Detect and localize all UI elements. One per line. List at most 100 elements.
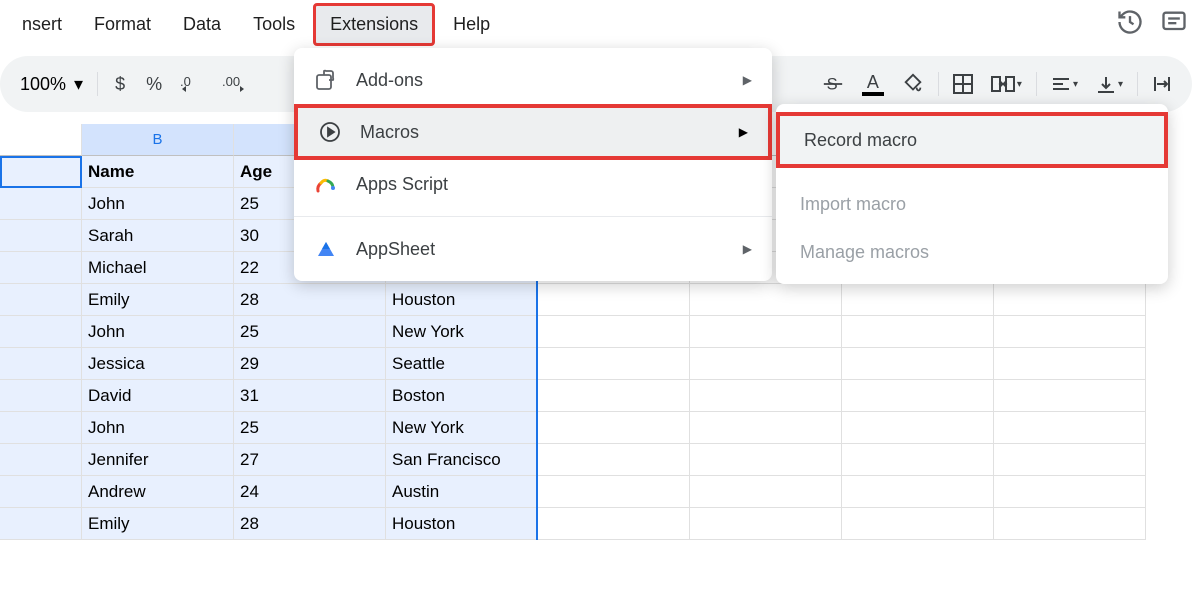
cell[interactable]: New York: [386, 412, 538, 444]
cell[interactable]: 25: [234, 412, 386, 444]
manage-macros-item[interactable]: Manage macros: [776, 228, 1168, 276]
text-wrap-button[interactable]: [1144, 66, 1180, 102]
cell[interactable]: San Francisco: [386, 444, 538, 476]
cell[interactable]: [842, 412, 994, 444]
cell[interactable]: Houston: [386, 284, 538, 316]
import-macro-item[interactable]: Import macro: [776, 180, 1168, 228]
comments-icon[interactable]: [1160, 8, 1188, 36]
cell[interactable]: 28: [234, 508, 386, 540]
cell[interactable]: [0, 412, 82, 444]
borders-button[interactable]: [945, 66, 981, 102]
cell[interactable]: [0, 188, 82, 220]
cell[interactable]: [538, 316, 690, 348]
vertical-align-button[interactable]: ▾: [1088, 66, 1131, 102]
fill-color-button[interactable]: [894, 66, 932, 102]
merge-cells-button[interactable]: ▾: [983, 66, 1030, 102]
cell[interactable]: Name: [82, 156, 234, 188]
cell[interactable]: David: [82, 380, 234, 412]
addons-menu-item[interactable]: Add-ons ▶: [294, 56, 772, 104]
menu-data[interactable]: Data: [169, 6, 235, 43]
cell[interactable]: [994, 444, 1146, 476]
strikethrough-button[interactable]: S: [814, 66, 852, 102]
cell[interactable]: Sarah: [82, 220, 234, 252]
cell[interactable]: 27: [234, 444, 386, 476]
cell[interactable]: [538, 476, 690, 508]
cell[interactable]: [0, 380, 82, 412]
cell[interactable]: 29: [234, 348, 386, 380]
cell[interactable]: [994, 412, 1146, 444]
cell[interactable]: [690, 380, 842, 412]
cell[interactable]: [994, 316, 1146, 348]
percent-format-button[interactable]: %: [138, 66, 170, 102]
cell[interactable]: [842, 284, 994, 316]
cell[interactable]: 25: [234, 316, 386, 348]
cell[interactable]: [538, 348, 690, 380]
menu-tools[interactable]: Tools: [239, 6, 309, 43]
cell[interactable]: Houston: [386, 508, 538, 540]
cell[interactable]: [538, 508, 690, 540]
menu-extensions[interactable]: Extensions: [313, 3, 435, 46]
cell[interactable]: [0, 508, 82, 540]
cell[interactable]: [690, 476, 842, 508]
cell[interactable]: [842, 508, 994, 540]
cell[interactable]: Austin: [386, 476, 538, 508]
zoom-dropdown[interactable]: 100% ▾: [12, 74, 91, 95]
cell[interactable]: 28: [234, 284, 386, 316]
cell[interactable]: [0, 476, 82, 508]
currency-format-button[interactable]: $: [104, 66, 136, 102]
cell[interactable]: [538, 444, 690, 476]
cell[interactable]: [690, 316, 842, 348]
cell[interactable]: [0, 156, 82, 188]
cell[interactable]: New York: [386, 316, 538, 348]
apps-script-menu-item[interactable]: Apps Script: [294, 160, 772, 208]
macros-menu-item[interactable]: Macros ▶: [294, 104, 772, 160]
cell[interactable]: Seattle: [386, 348, 538, 380]
cell[interactable]: John: [82, 316, 234, 348]
cell[interactable]: [0, 284, 82, 316]
record-macro-item[interactable]: Record macro: [776, 112, 1168, 168]
cell[interactable]: Boston: [386, 380, 538, 412]
cell[interactable]: John: [82, 188, 234, 220]
cell[interactable]: [842, 380, 994, 412]
cell[interactable]: [842, 348, 994, 380]
row-header-corner[interactable]: [0, 124, 82, 156]
cell[interactable]: Jessica: [82, 348, 234, 380]
cell[interactable]: Jennifer: [82, 444, 234, 476]
cell[interactable]: [842, 476, 994, 508]
cell[interactable]: [842, 444, 994, 476]
horizontal-align-button[interactable]: ▾: [1043, 66, 1086, 102]
cell[interactable]: [690, 508, 842, 540]
text-color-button[interactable]: A: [854, 66, 892, 102]
history-icon[interactable]: [1116, 8, 1144, 36]
cell[interactable]: [538, 412, 690, 444]
cell[interactable]: [994, 508, 1146, 540]
cell[interactable]: [538, 284, 690, 316]
menu-help[interactable]: Help: [439, 6, 504, 43]
cell[interactable]: [538, 380, 690, 412]
cell[interactable]: [994, 380, 1146, 412]
col-header-b[interactable]: B: [82, 124, 234, 156]
cell[interactable]: Emily: [82, 284, 234, 316]
cell[interactable]: [0, 252, 82, 284]
cell[interactable]: 24: [234, 476, 386, 508]
cell[interactable]: Michael: [82, 252, 234, 284]
decrease-decimal-button[interactable]: .0: [172, 66, 212, 102]
cell[interactable]: [0, 316, 82, 348]
cell[interactable]: Emily: [82, 508, 234, 540]
cell[interactable]: [994, 284, 1146, 316]
appsheet-menu-item[interactable]: AppSheet ▶: [294, 225, 772, 273]
cell[interactable]: Andrew: [82, 476, 234, 508]
menu-format[interactable]: Format: [80, 6, 165, 43]
cell[interactable]: [690, 284, 842, 316]
cell[interactable]: [994, 348, 1146, 380]
cell[interactable]: John: [82, 412, 234, 444]
menu-insert[interactable]: nsert: [8, 6, 76, 43]
cell[interactable]: [994, 476, 1146, 508]
cell[interactable]: [690, 348, 842, 380]
cell[interactable]: 31: [234, 380, 386, 412]
cell[interactable]: [690, 444, 842, 476]
cell[interactable]: [0, 348, 82, 380]
increase-decimal-button[interactable]: .00: [214, 66, 258, 102]
cell[interactable]: [0, 444, 82, 476]
cell[interactable]: [690, 412, 842, 444]
